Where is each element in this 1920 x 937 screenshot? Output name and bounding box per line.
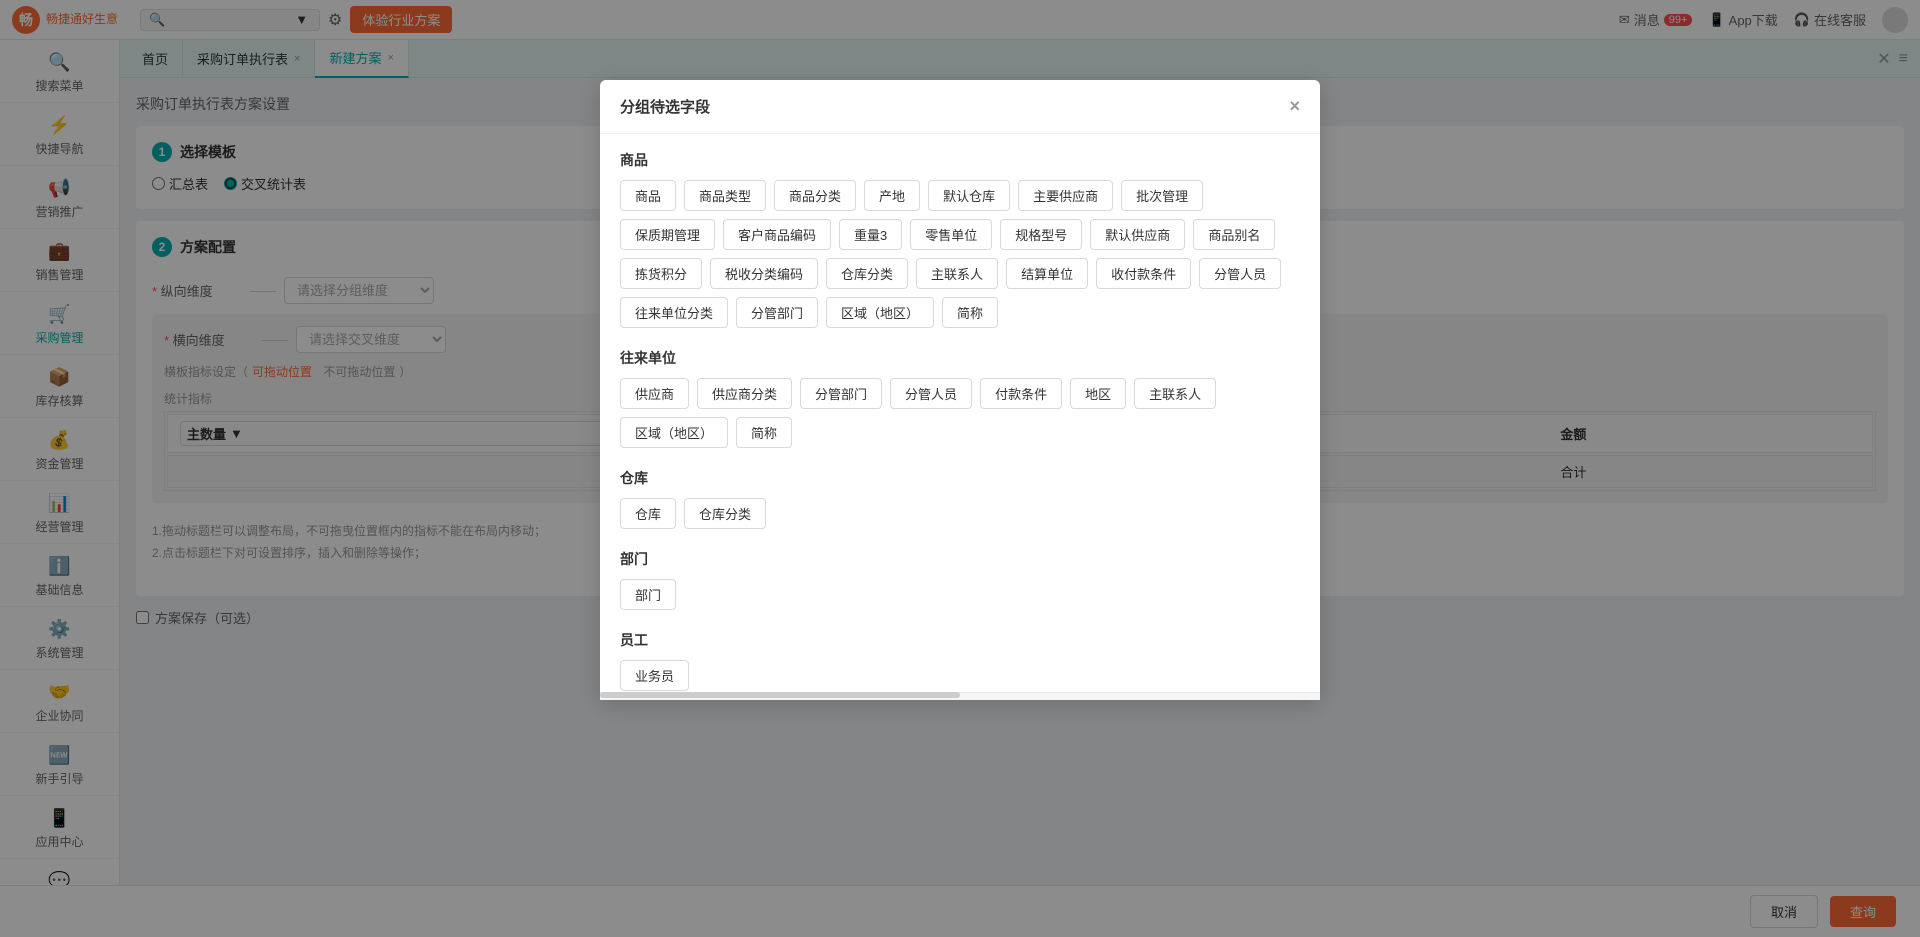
field-tag[interactable]: 保质期管理 [620,219,715,250]
field-tag[interactable]: 简称 [942,297,998,328]
warehouse-tags: 仓库 仓库分类 [620,498,1300,529]
section-warehouse: 仓库 仓库 仓库分类 [620,468,1300,529]
field-tag[interactable]: 商品 [620,180,676,211]
field-tag[interactable]: 仓库分类 [684,498,766,529]
section-dept: 部门 部门 [620,549,1300,610]
field-tag[interactable]: 规格型号 [1000,219,1082,250]
field-tag[interactable]: 供应商 [620,378,689,409]
modal-header: 分组待选字段 × [600,80,1320,134]
field-tag[interactable]: 付款条件 [980,378,1062,409]
field-tag[interactable]: 简称 [736,417,792,448]
field-tag[interactable]: 仓库分类 [826,258,908,289]
section-counterparty-title: 往来单位 [620,348,1300,368]
field-tag[interactable]: 默认供应商 [1090,219,1185,250]
field-tag[interactable]: 供应商分类 [697,378,792,409]
field-tag[interactable]: 商品别名 [1193,219,1275,250]
field-tag[interactable]: 结算单位 [1006,258,1088,289]
section-warehouse-title: 仓库 [620,468,1300,488]
field-tag[interactable]: 区域（地区） [826,297,934,328]
staff-tags: 业务员 [620,660,1300,691]
field-tag[interactable]: 仓库 [620,498,676,529]
field-tag[interactable]: 地区 [1070,378,1126,409]
field-tag[interactable]: 批次管理 [1121,180,1203,211]
field-tag[interactable]: 主联系人 [916,258,998,289]
field-tag[interactable]: 主要供应商 [1018,180,1113,211]
section-counterparty: 往来单位 供应商 供应商分类 分管部门 分管人员 付款条件 地区 主联系人 区域… [620,348,1300,448]
field-tag[interactable]: 分管部门 [736,297,818,328]
dept-tags: 部门 [620,579,1300,610]
section-product: 商品 商品 商品类型 商品分类 产地 默认仓库 主要供应商 批次管理 保质期管理… [620,150,1300,328]
field-tag[interactable]: 客户商品编码 [723,219,831,250]
field-tag[interactable]: 重量3 [839,219,902,250]
modal-hscrollbar[interactable] [600,692,1320,700]
modal-body: 商品 商品 商品类型 商品分类 产地 默认仓库 主要供应商 批次管理 保质期管理… [600,134,1320,692]
field-tag[interactable]: 默认仓库 [928,180,1010,211]
modal-overlay: 分组待选字段 × 商品 商品 商品类型 商品分类 产地 默认仓库 主要供应商 批… [0,0,1920,937]
field-tag[interactable]: 分管部门 [800,378,882,409]
modal-title: 分组待选字段 [620,96,710,117]
field-tag[interactable]: 部门 [620,579,676,610]
modal: 分组待选字段 × 商品 商品 商品类型 商品分类 产地 默认仓库 主要供应商 批… [600,80,1320,700]
field-tag[interactable]: 业务员 [620,660,689,691]
modal-close-button[interactable]: × [1289,96,1300,117]
section-dept-title: 部门 [620,549,1300,569]
field-tag[interactable]: 税收分类编码 [710,258,818,289]
field-tag[interactable]: 零售单位 [910,219,992,250]
field-tag[interactable]: 商品类型 [684,180,766,211]
section-product-title: 商品 [620,150,1300,170]
section-staff: 员工 业务员 [620,630,1300,691]
field-tag[interactable]: 往来单位分类 [620,297,728,328]
field-tag[interactable]: 拣货积分 [620,258,702,289]
product-tags: 商品 商品类型 商品分类 产地 默认仓库 主要供应商 批次管理 保质期管理 客户… [620,180,1300,328]
field-tag[interactable]: 区域（地区） [620,417,728,448]
counterparty-tags: 供应商 供应商分类 分管部门 分管人员 付款条件 地区 主联系人 区域（地区） … [620,378,1300,448]
hscrollbar-thumb[interactable] [600,692,960,698]
section-staff-title: 员工 [620,630,1300,650]
field-tag[interactable]: 分管人员 [890,378,972,409]
field-tag[interactable]: 收付款条件 [1096,258,1191,289]
field-tag[interactable]: 商品分类 [774,180,856,211]
field-tag[interactable]: 主联系人 [1134,378,1216,409]
field-tag[interactable]: 分管人员 [1199,258,1281,289]
field-tag[interactable]: 产地 [864,180,920,211]
